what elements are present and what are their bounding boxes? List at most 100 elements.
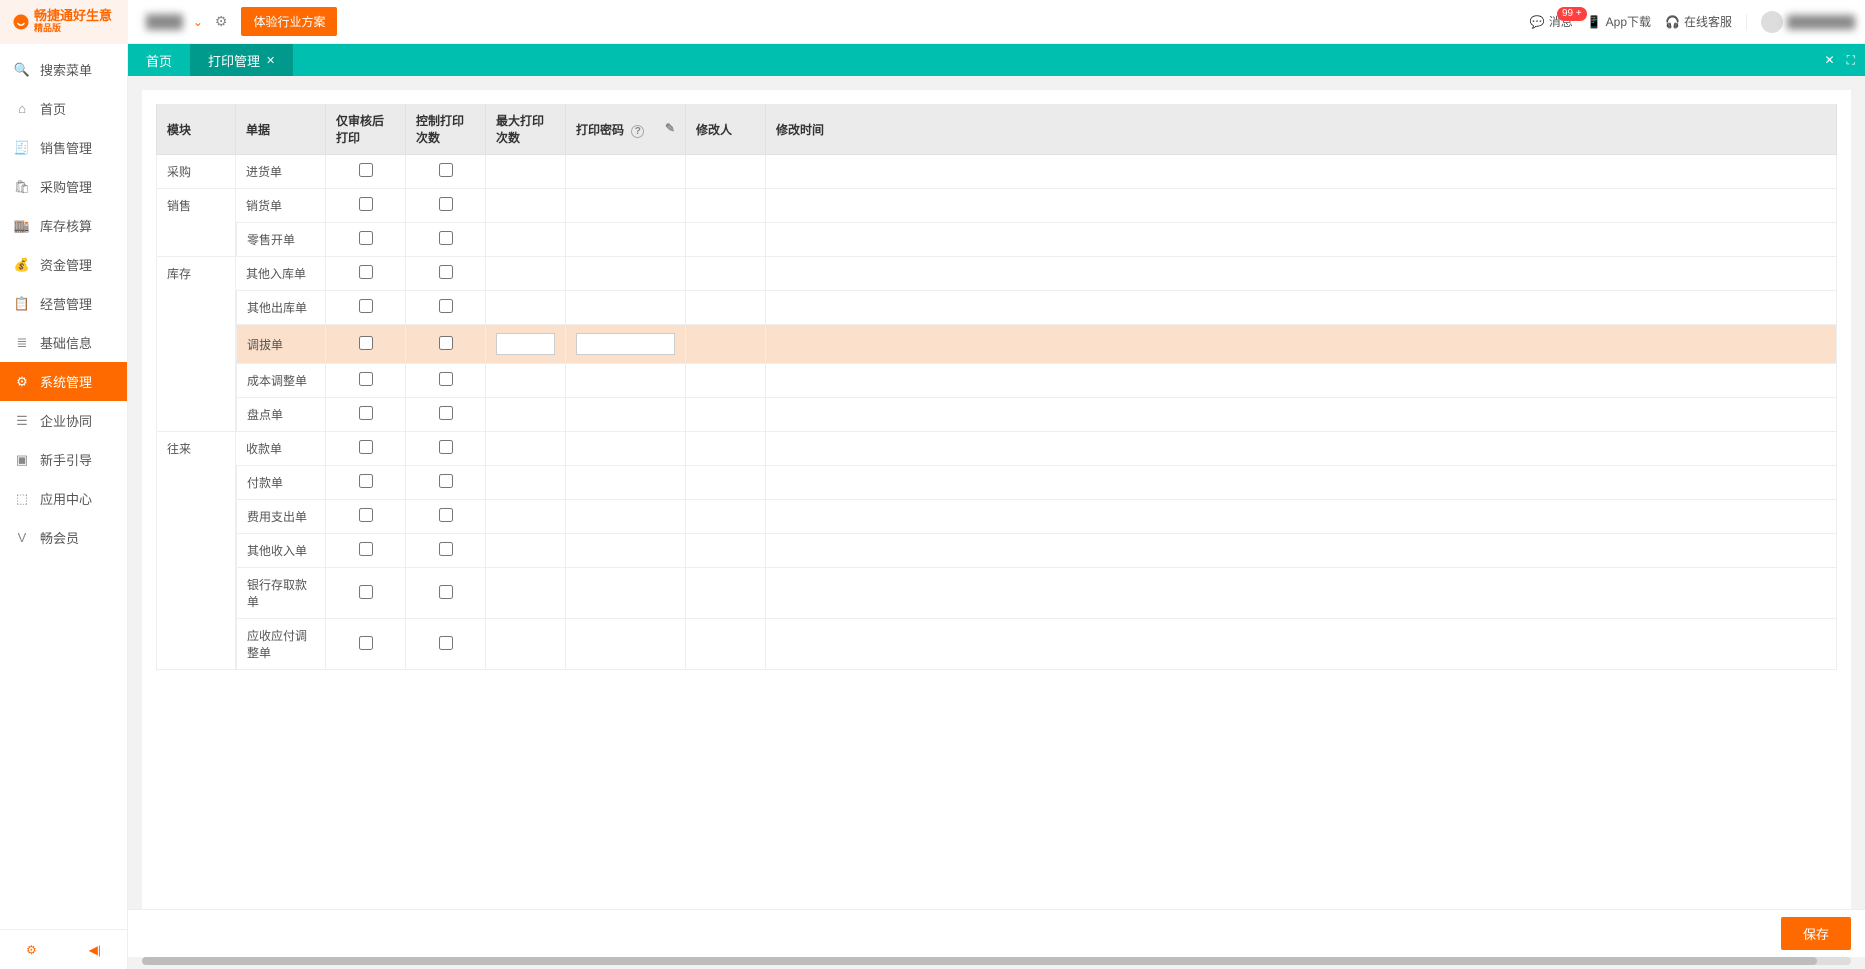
audit-only-checkbox[interactable] [359, 636, 373, 650]
modifier-cell [686, 398, 766, 432]
company-name: ████ [146, 14, 183, 29]
sidebar-item-base[interactable]: ≣基础信息 [0, 323, 127, 362]
password-cell [566, 466, 686, 500]
sidebar-item-label: 系统管理 [40, 372, 92, 391]
audit-only-checkbox[interactable] [359, 474, 373, 488]
sidebar-item-label: 销售管理 [40, 138, 92, 157]
app-download-link[interactable]: 📱 App下载 [1587, 13, 1651, 30]
sidebar-item-home[interactable]: ⌂首页 [0, 89, 127, 128]
limit-count-checkbox[interactable] [439, 406, 453, 420]
modifier-cell [686, 466, 766, 500]
limit-count-checkbox[interactable] [439, 163, 453, 177]
sidebar-item-purchase[interactable]: 🛍采购管理 [0, 167, 127, 206]
tab-print-management[interactable]: 打印管理 ✕ [190, 44, 293, 76]
limit-count-checkbox[interactable] [439, 197, 453, 211]
limit-count-checkbox[interactable] [439, 636, 453, 650]
settings-bottom-icon[interactable]: ⚙ [26, 943, 37, 957]
password-cell [566, 432, 686, 466]
plan-button[interactable]: 体验行业方案 [241, 7, 337, 36]
modify-time-cell [766, 398, 1837, 432]
fullscreen-icon[interactable]: ⛶ [1847, 53, 1855, 68]
max-count-input[interactable] [496, 333, 555, 355]
audit-only-checkbox[interactable] [359, 265, 373, 279]
audit-only-cell [326, 155, 406, 189]
modifier-cell [686, 257, 766, 291]
sidebar-item-system[interactable]: ⚙系统管理 [0, 362, 127, 401]
limit-count-checkbox[interactable] [439, 231, 453, 245]
tab-home[interactable]: 首页 [128, 44, 190, 76]
limit-count-checkbox[interactable] [439, 542, 453, 556]
horizontal-scrollbar[interactable] [142, 957, 1851, 965]
search-icon: 🔍 [14, 62, 30, 78]
modify-time-cell [766, 500, 1837, 534]
limit-count-checkbox[interactable] [439, 474, 453, 488]
modifier-cell [686, 189, 766, 223]
limit-count-checkbox[interactable] [439, 336, 453, 350]
sidebar-item-inventory[interactable]: 🏬库存核算 [0, 206, 127, 245]
modify-time-cell [766, 189, 1837, 223]
audit-only-checkbox[interactable] [359, 163, 373, 177]
bill-cell: 收款单 [236, 432, 326, 466]
th-password-label: 打印密码 [576, 123, 624, 137]
sidebar-item-vip[interactable]: V畅会员 [0, 518, 127, 557]
logo-icon [12, 13, 30, 31]
audit-only-checkbox[interactable] [359, 585, 373, 599]
sidebar-item-label: 应用中心 [40, 489, 92, 508]
help-icon[interactable]: ? [631, 125, 644, 138]
limit-count-checkbox[interactable] [439, 372, 453, 386]
chevron-down-icon: ⌄ [193, 15, 203, 29]
limit-count-cell [406, 568, 486, 619]
audit-only-checkbox[interactable] [359, 406, 373, 420]
audit-only-cell [326, 189, 406, 223]
edit-column-icon[interactable]: ✎ [665, 121, 675, 135]
company-selector[interactable]: ████ ⌄ [146, 14, 203, 29]
save-button[interactable]: 保存 [1781, 917, 1851, 950]
password-cell [566, 500, 686, 534]
audit-only-checkbox[interactable] [359, 542, 373, 556]
limit-count-checkbox[interactable] [439, 440, 453, 454]
limit-count-checkbox[interactable] [439, 585, 453, 599]
collapse-sidebar-icon[interactable]: ◀| [89, 943, 101, 957]
sidebar-item-funds[interactable]: 💰资金管理 [0, 245, 127, 284]
sidebar-item-search[interactable]: 🔍搜索菜单 [0, 50, 127, 89]
logo: 畅捷通好生意 精品版 [0, 0, 128, 44]
sidebar-item-label: 库存核算 [40, 216, 92, 235]
settings-icon[interactable]: ⚙ [215, 13, 228, 30]
audit-only-checkbox[interactable] [359, 197, 373, 211]
app-download-label: App下载 [1606, 13, 1651, 30]
audit-only-checkbox[interactable] [359, 372, 373, 386]
max-count-cell [486, 155, 566, 189]
tab-close-icon[interactable]: ✕ [266, 54, 275, 67]
audit-only-checkbox[interactable] [359, 508, 373, 522]
audit-only-checkbox[interactable] [359, 231, 373, 245]
limit-count-checkbox[interactable] [439, 299, 453, 313]
limit-count-checkbox[interactable] [439, 508, 453, 522]
audit-only-cell [326, 568, 406, 619]
limit-count-cell [406, 325, 486, 364]
table-row: 应收应付调整单 [156, 619, 1837, 670]
modify-time-cell [766, 325, 1837, 364]
limit-count-cell [406, 189, 486, 223]
limit-count-checkbox[interactable] [439, 265, 453, 279]
audit-only-checkbox[interactable] [359, 440, 373, 454]
audit-only-cell [326, 534, 406, 568]
sidebar-item-appstore[interactable]: ⬚应用中心 [0, 479, 127, 518]
modify-time-cell [766, 364, 1837, 398]
th-modify-time: 修改时间 [766, 104, 1837, 155]
bill-cell: 付款单 [236, 466, 326, 500]
user-menu[interactable]: ████████ [1761, 11, 1855, 33]
sidebar-item-sales[interactable]: 🧾销售管理 [0, 128, 127, 167]
audit-only-checkbox[interactable] [359, 299, 373, 313]
password-input[interactable] [576, 333, 675, 355]
audit-only-checkbox[interactable] [359, 336, 373, 350]
sidebar-item-guide[interactable]: ▣新手引导 [0, 440, 127, 479]
online-service-link[interactable]: 🎧 在线客服 [1665, 13, 1732, 30]
table-row: 零售开单 [156, 223, 1837, 257]
close-all-tabs-icon[interactable]: ✕ [1825, 53, 1835, 67]
table-row: 销售销货单 [156, 189, 1837, 223]
sidebar-item-coop[interactable]: ☰企业协同 [0, 401, 127, 440]
messages-link[interactable]: 💬 消息 99 + [1530, 13, 1573, 30]
sidebar-item-biz[interactable]: 📋经营管理 [0, 284, 127, 323]
bill-cell: 应收应付调整单 [236, 619, 326, 670]
limit-count-cell [406, 534, 486, 568]
